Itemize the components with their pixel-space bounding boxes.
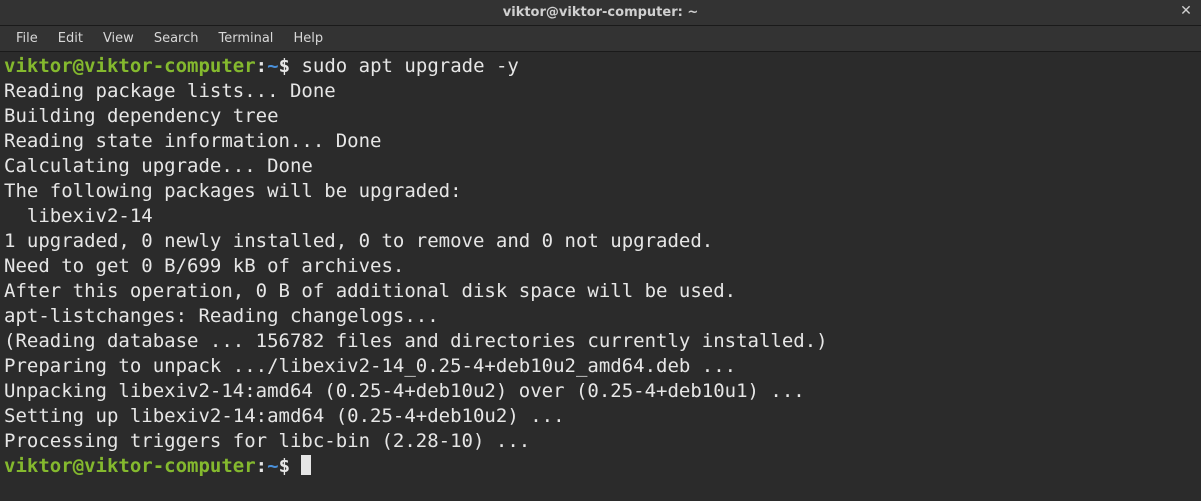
command-text: sudo apt upgrade -y: [301, 55, 518, 77]
prompt-sep: :: [256, 55, 267, 77]
prompt-path: ~: [267, 455, 278, 477]
output-line: Setting up libexiv2-14:amd64 (0.25-4+deb…: [4, 405, 565, 427]
menu-help[interactable]: Help: [283, 27, 333, 50]
output-line: Need to get 0 B/699 kB of archives.: [4, 255, 404, 277]
menu-file[interactable]: File: [6, 27, 48, 50]
window-titlebar: viktor@viktor-computer: ~ ✕: [0, 0, 1201, 26]
output-line: Reading state information... Done: [4, 130, 382, 152]
output-line: The following packages will be upgraded:: [4, 180, 462, 202]
prompt-sigil: $: [279, 455, 290, 477]
output-line: Preparing to unpack .../libexiv2-14_0.25…: [4, 355, 736, 377]
output-line: 1 upgraded, 0 newly installed, 0 to remo…: [4, 230, 713, 252]
prompt-userhost: viktor@viktor-computer: [4, 55, 256, 77]
output-line: Reading package lists... Done: [4, 80, 336, 102]
prompt-userhost: viktor@viktor-computer: [4, 455, 256, 477]
menu-edit[interactable]: Edit: [48, 27, 93, 50]
close-icon[interactable]: ✕: [1177, 4, 1195, 22]
output-line: Processing triggers for libc-bin (2.28-1…: [4, 430, 530, 452]
output-line: apt-listchanges: Reading changelogs...: [4, 305, 439, 327]
terminal-area[interactable]: viktor@viktor-computer:~$ sudo apt upgra…: [0, 52, 1201, 501]
prompt-sigil: $: [279, 55, 290, 77]
output-line: Unpacking libexiv2-14:amd64 (0.25-4+deb1…: [4, 380, 805, 402]
cursor: [301, 455, 311, 475]
output-line: After this operation, 0 B of additional …: [4, 280, 736, 302]
output-line: (Reading database ... 156782 files and d…: [4, 330, 828, 352]
prompt-sep: :: [256, 455, 267, 477]
prompt-path: ~: [267, 55, 278, 77]
menu-search[interactable]: Search: [144, 27, 209, 50]
menu-bar: File Edit View Search Terminal Help: [0, 26, 1201, 52]
menu-terminal[interactable]: Terminal: [208, 27, 283, 50]
output-line: Building dependency tree: [4, 105, 279, 127]
prompt-line-2: viktor@viktor-computer:~$: [4, 455, 311, 477]
output-line: libexiv2-14: [4, 205, 153, 227]
menu-view[interactable]: View: [93, 27, 144, 50]
prompt-line-1: viktor@viktor-computer:~$ sudo apt upgra…: [4, 55, 519, 77]
window-title: viktor@viktor-computer: ~: [503, 5, 698, 20]
output-line: Calculating upgrade... Done: [4, 155, 313, 177]
